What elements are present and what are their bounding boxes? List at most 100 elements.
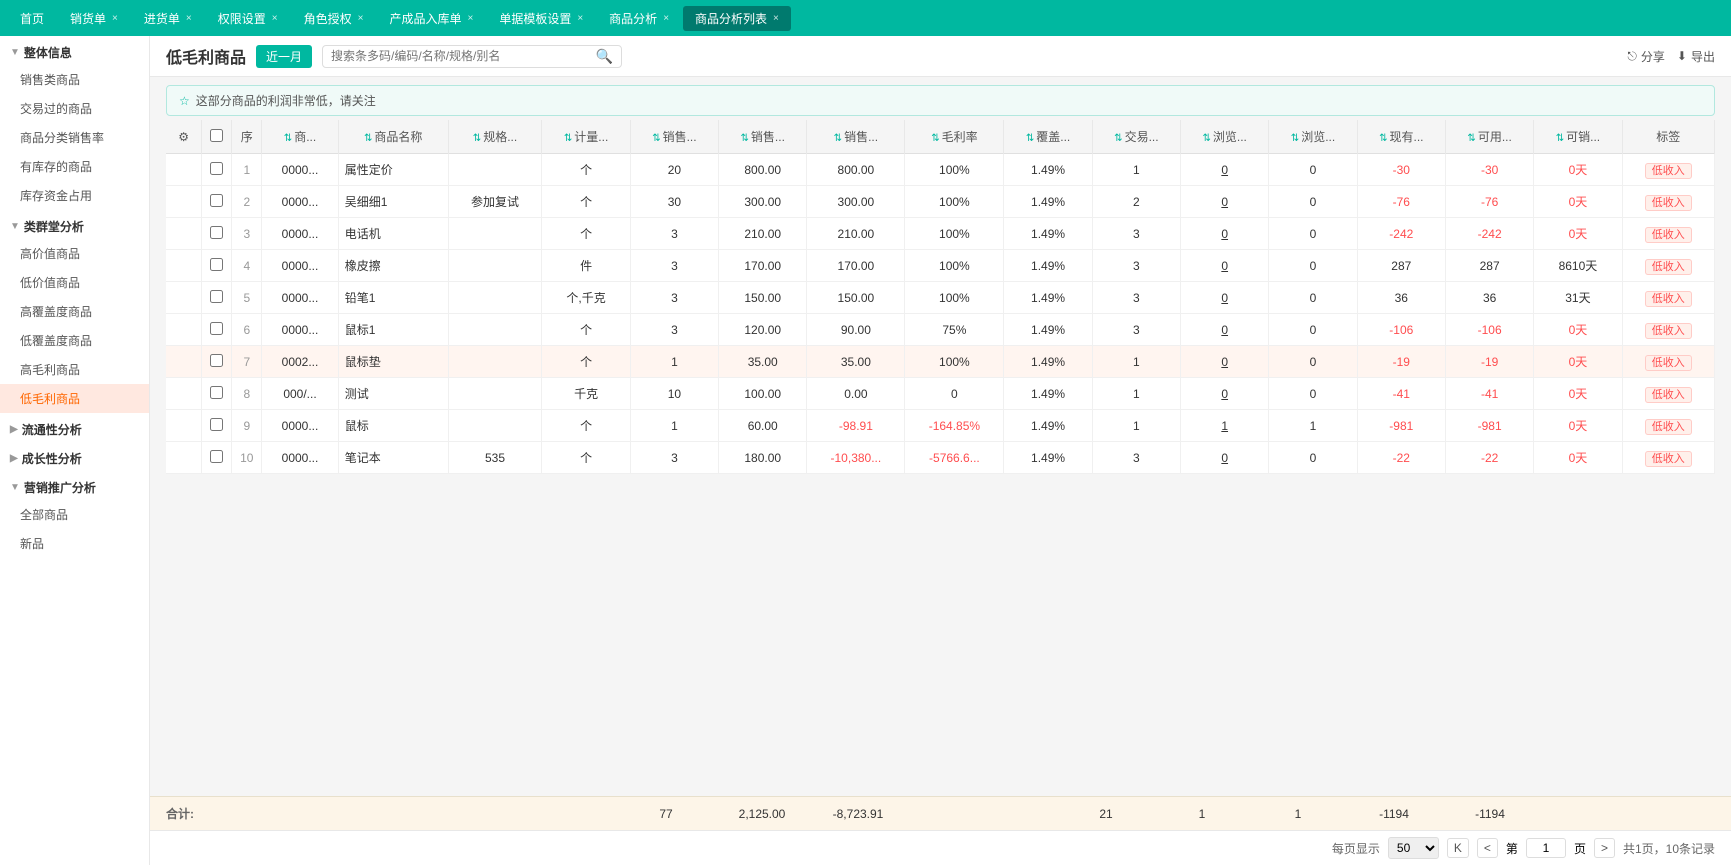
col-trade-cell: 3 xyxy=(1092,250,1180,282)
first-page-btn[interactable]: K xyxy=(1447,838,1469,858)
nav-close-product-analysis[interactable]: × xyxy=(663,13,669,24)
browse1-link[interactable]: 0 xyxy=(1221,291,1228,305)
browse1-link[interactable]: 0 xyxy=(1221,163,1228,177)
nav-item-product-entry[interactable]: 产成品入库单 × xyxy=(377,6,485,31)
sidebar-item-all-products[interactable]: 全部商品 xyxy=(0,500,149,529)
col-current-stock-cell: -22 xyxy=(1357,442,1445,474)
browse1-link[interactable]: 0 xyxy=(1221,195,1228,209)
col-gross-rate[interactable]: ⇅毛利率 xyxy=(905,120,1004,154)
browse1-link[interactable]: 0 xyxy=(1221,355,1228,369)
export-button[interactable]: ⬇ 导出 xyxy=(1677,48,1715,65)
nav-item-product-analysis[interactable]: 商品分析 × xyxy=(597,6,681,31)
sidebar-group-circulation[interactable]: ▶ 流通性分析 xyxy=(0,413,149,442)
sidebar-item-low-gross[interactable]: 低毛利商品 xyxy=(0,384,149,413)
col-sales-profit-cell: -98.91 xyxy=(807,410,905,442)
nav-close-permissions[interactable]: × xyxy=(272,13,278,24)
col-unit-cell: 个 xyxy=(542,186,630,218)
row-checkbox-3[interactable] xyxy=(210,226,223,239)
per-page-label: 每页显示 xyxy=(1332,840,1380,857)
col-saleable-cell: 0天 xyxy=(1534,186,1622,218)
col-current-stock[interactable]: ⇅现有... xyxy=(1357,120,1445,154)
col-spec-cell: 参加复试 xyxy=(448,186,542,218)
col-available[interactable]: ⇅可用... xyxy=(1445,120,1533,154)
row-checkbox-8[interactable] xyxy=(210,386,223,399)
select-all-checkbox[interactable] xyxy=(210,129,223,142)
sidebar-item-category-sales-rate[interactable]: 商品分类销售率 xyxy=(0,123,149,152)
time-period-btn[interactable]: 近一月 xyxy=(256,45,312,68)
sidebar-group-marketing[interactable]: ▼ 营销推广分析 xyxy=(0,471,149,500)
nav-item-roles[interactable]: 角色授权 × xyxy=(292,6,376,31)
export-icon: ⬇ xyxy=(1677,49,1687,63)
sidebar-group-cluster[interactable]: ▼ 类群堂分析 xyxy=(0,210,149,239)
row-checkbox-6[interactable] xyxy=(210,322,223,335)
col-browse2-cell: 0 xyxy=(1269,314,1357,346)
col-num-cell: 7 xyxy=(232,346,262,378)
nav-item-template[interactable]: 单据模板设置 × xyxy=(487,6,595,31)
sidebar-item-high-value[interactable]: 高价值商品 xyxy=(0,239,149,268)
sidebar-group-growth[interactable]: ▶ 成长性分析 xyxy=(0,442,149,471)
nav-close-purchase[interactable]: × xyxy=(186,13,192,24)
col-code[interactable]: ⇅商... xyxy=(262,120,338,154)
col-code-cell: 0000... xyxy=(262,314,338,346)
nav-item-purchase[interactable]: 进货单 × xyxy=(132,6,204,31)
col-spec-cell xyxy=(448,250,542,282)
sidebar-item-high-coverage[interactable]: 高覆盖度商品 xyxy=(0,297,149,326)
col-num-cell: 4 xyxy=(232,250,262,282)
col-saleable[interactable]: ⇅可销... xyxy=(1534,120,1622,154)
search-icon[interactable]: 🔍 xyxy=(596,48,613,65)
col-settings-cell xyxy=(166,250,202,282)
col-sales-profit[interactable]: ⇅销售... xyxy=(807,120,905,154)
col-browse2[interactable]: ⇅浏览... xyxy=(1269,120,1357,154)
row-checkbox-2[interactable] xyxy=(210,194,223,207)
row-checkbox-4[interactable] xyxy=(210,258,223,271)
browse1-link[interactable]: 0 xyxy=(1221,323,1228,337)
nav-close-sales[interactable]: × xyxy=(112,13,118,24)
share-button[interactable]: ⎋ 分享 xyxy=(1627,48,1665,65)
browse1-link[interactable]: 0 xyxy=(1221,227,1228,241)
row-checkbox-5[interactable] xyxy=(210,290,223,303)
col-available-cell: -41 xyxy=(1445,378,1533,410)
row-checkbox-7[interactable] xyxy=(210,354,223,367)
sidebar-item-stock-capital[interactable]: 库存资金占用 xyxy=(0,181,149,210)
next-page-btn[interactable]: > xyxy=(1594,838,1615,858)
col-coverage[interactable]: ⇅覆盖... xyxy=(1004,120,1092,154)
sidebar-item-low-coverage[interactable]: 低覆盖度商品 xyxy=(0,326,149,355)
col-tag-cell: 低收入 xyxy=(1622,186,1714,218)
nav-item-home[interactable]: 首页 xyxy=(8,6,56,31)
col-sales-amt[interactable]: ⇅销售... xyxy=(719,120,807,154)
col-coverage-cell: 1.49% xyxy=(1004,154,1092,186)
per-page-select[interactable]: 50 100 200 xyxy=(1388,837,1439,859)
row-checkbox-10[interactable] xyxy=(210,450,223,463)
col-sales-qty[interactable]: ⇅销售... xyxy=(630,120,718,154)
browse1-link[interactable]: 0 xyxy=(1221,387,1228,401)
col-unit[interactable]: ⇅计量... xyxy=(542,120,630,154)
sidebar-item-sales-products[interactable]: 销售类商品 xyxy=(0,65,149,94)
search-input[interactable] xyxy=(331,49,596,63)
sidebar-group-overall[interactable]: ▼ 整体信息 xyxy=(0,36,149,65)
col-settings-cell xyxy=(166,346,202,378)
browse1-link[interactable]: 0 xyxy=(1221,451,1228,465)
nav-item-sales[interactable]: 销货单 × xyxy=(58,6,130,31)
nav-close-roles[interactable]: × xyxy=(358,13,364,24)
col-trade[interactable]: ⇅交易... xyxy=(1092,120,1180,154)
col-settings[interactable]: ⚙ xyxy=(166,120,202,154)
nav-close-analysis-list[interactable]: × xyxy=(773,13,779,24)
col-browse1[interactable]: ⇅浏览... xyxy=(1181,120,1269,154)
row-checkbox-9[interactable] xyxy=(210,418,223,431)
browse1-link[interactable]: 1 xyxy=(1221,419,1228,433)
sidebar-item-stocked-products[interactable]: 有库存的商品 xyxy=(0,152,149,181)
nav-item-analysis-list[interactable]: 商品分析列表 × xyxy=(683,6,791,31)
prev-page-btn[interactable]: < xyxy=(1477,838,1498,858)
page-input[interactable] xyxy=(1526,838,1566,858)
nav-close-product-entry[interactable]: × xyxy=(467,13,473,24)
row-checkbox-1[interactable] xyxy=(210,162,223,175)
col-name[interactable]: ⇅商品名称 xyxy=(338,120,448,154)
sidebar-item-traded-products[interactable]: 交易过的商品 xyxy=(0,94,149,123)
nav-close-template[interactable]: × xyxy=(577,13,583,24)
sidebar-item-low-value[interactable]: 低价值商品 xyxy=(0,268,149,297)
sidebar-item-new-products[interactable]: 新品 xyxy=(0,529,149,558)
col-spec[interactable]: ⇅规格... xyxy=(448,120,542,154)
browse1-link[interactable]: 0 xyxy=(1221,259,1228,273)
nav-item-permissions[interactable]: 权限设置 × xyxy=(206,6,290,31)
sidebar-item-high-gross[interactable]: 高毛利商品 xyxy=(0,355,149,384)
